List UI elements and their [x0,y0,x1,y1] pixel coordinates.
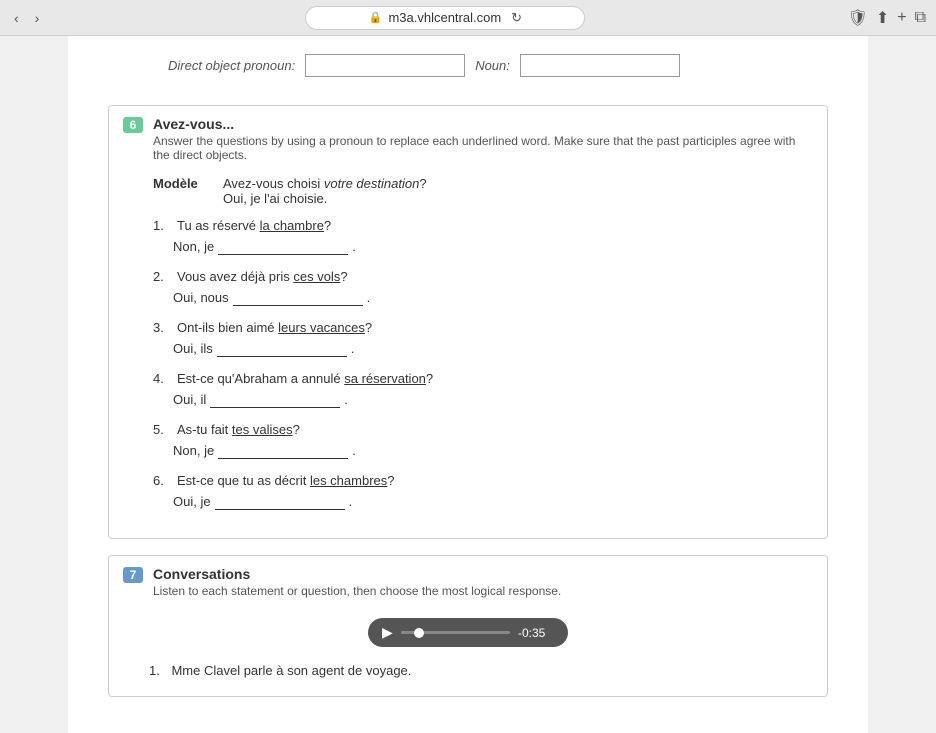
lock-icon: 🔒 [369,11,383,24]
question-6: 6. Est-ce que tu as décrit les chambres?… [153,473,807,510]
q6-input[interactable] [215,492,345,510]
section-7-title: Conversations [153,566,561,582]
modele-answer: Oui, je l'ai choisie. [223,191,427,206]
section-6-desc: Answer the questions by using a pronoun … [153,134,813,162]
q5-input[interactable] [218,441,348,459]
url-text: m3a.vhlcentral.com [388,10,501,25]
modele-content: Avez-vous choisi votre destination? Oui,… [223,176,427,206]
q1-text: Tu as réservé la chambre? [177,218,331,233]
q5-period: . [352,443,356,458]
modele-label: Modèle [153,176,213,191]
section-7-desc: Listen to each statement or question, th… [153,584,561,598]
q3-number: 3. [153,320,173,335]
q2-prefix: Oui, nous [173,290,229,305]
q4-prefix: Oui, il [173,392,206,407]
time-display: -0:35 [518,626,554,640]
forward-button[interactable]: › [31,8,44,28]
q2-period: . [367,290,371,305]
modele-italic: votre destination [324,176,419,191]
q6-text: Est-ce que tu as décrit les chambres? [177,473,395,488]
q4-number: 4. [153,371,173,386]
q2-number: 2. [153,269,173,284]
question-1: 1. Tu as réservé la chambre? Non, je . [153,218,807,255]
q3-text: Ont-ils bien aimé leurs vacances? [177,320,372,335]
q1-number: 1. [153,218,173,233]
address-bar[interactable]: 🔒 m3a.vhlcentral.com ↻ [305,6,585,30]
q1-prefix: Non, je [173,239,214,254]
progress-bar[interactable] [401,631,510,634]
play-button[interactable]: ▶ [382,624,393,641]
progress-dot [414,628,424,638]
direct-object-label: Direct object pronoun: [168,58,295,73]
conversation-items: 1. Mme Clavel parle à son agent de voyag… [109,663,827,696]
section-7-box: 7 Conversations Listen to each statement… [108,555,828,697]
q5-prefix: Non, je [173,443,214,458]
q5-text: As-tu fait tes valises? [177,422,300,437]
q3-input[interactable] [217,339,347,357]
question-5: 5. As-tu fait tes valises? Non, je . [153,422,807,459]
q4-text: Est-ce qu'Abraham a annulé sa réservatio… [177,371,433,386]
question-3: 3. Ont-ils bien aimé leurs vacances? Oui… [153,320,807,357]
question-4: 4. Est-ce qu'Abraham a annulé sa réserva… [153,371,807,408]
section-6-header: 6 Avez-vous... Answer the questions by u… [109,106,827,172]
noun-input[interactable] [520,54,680,77]
add-tab-icon[interactable]: + [897,9,906,27]
noun-label: Noun: [475,58,510,73]
modele-question: Avez-vous choisi votre destination? [223,176,427,191]
q2-text: Vous avez déjà pris ces vols? [177,269,348,284]
section-7-header: 7 Conversations Listen to each statement… [109,556,827,608]
q6-prefix: Oui, je [173,494,211,509]
shield-icon: 🛡 [848,8,868,28]
conv-item-1: 1. Mme Clavel parle à son agent de voyag… [149,663,807,678]
refresh-icon[interactable]: ↻ [511,10,522,26]
modele-row: Modèle Avez-vous choisi votre destinatio… [153,176,807,206]
q6-period: . [349,494,353,509]
section-6-number: 6 [123,117,143,133]
q2-input[interactable] [233,288,363,306]
section-6-questions: Modèle Avez-vous choisi votre destinatio… [109,172,827,538]
page-content: Direct object pronoun: Noun: 6 Avez-vous… [68,36,868,733]
question-2: 2. Vous avez déjà pris ces vols? Oui, no… [153,269,807,306]
top-fields: Direct object pronoun: Noun: [108,46,828,85]
audio-player: ▶ -0:35 [109,618,827,647]
browser-actions: 🛡 ⬆ + ⧉ [848,8,927,28]
direct-object-input[interactable] [305,54,465,77]
q3-prefix: Oui, ils [173,341,213,356]
q4-input[interactable] [210,390,340,408]
q5-number: 5. [153,422,173,437]
section-6-title: Avez-vous... [153,116,813,132]
back-button[interactable]: ‹ [10,8,23,28]
conv-1-number: 1. [149,663,160,678]
section-7-number: 7 [123,567,143,583]
tabs-icon[interactable]: ⧉ [915,9,926,27]
q4-period: . [344,392,348,407]
q6-number: 6. [153,473,173,488]
share-icon[interactable]: ⬆ [876,8,889,28]
q1-input[interactable] [218,237,348,255]
section-6-box: 6 Avez-vous... Answer the questions by u… [108,105,828,539]
q1-period: . [352,239,356,254]
conv-1-text: Mme Clavel parle à son agent de voyage. [171,663,411,678]
audio-controls: ▶ -0:35 [368,618,568,647]
browser-chrome: ‹ › 🔒 m3a.vhlcentral.com ↻ 🛡 ⬆ + ⧉ [0,0,936,36]
q3-period: . [351,341,355,356]
